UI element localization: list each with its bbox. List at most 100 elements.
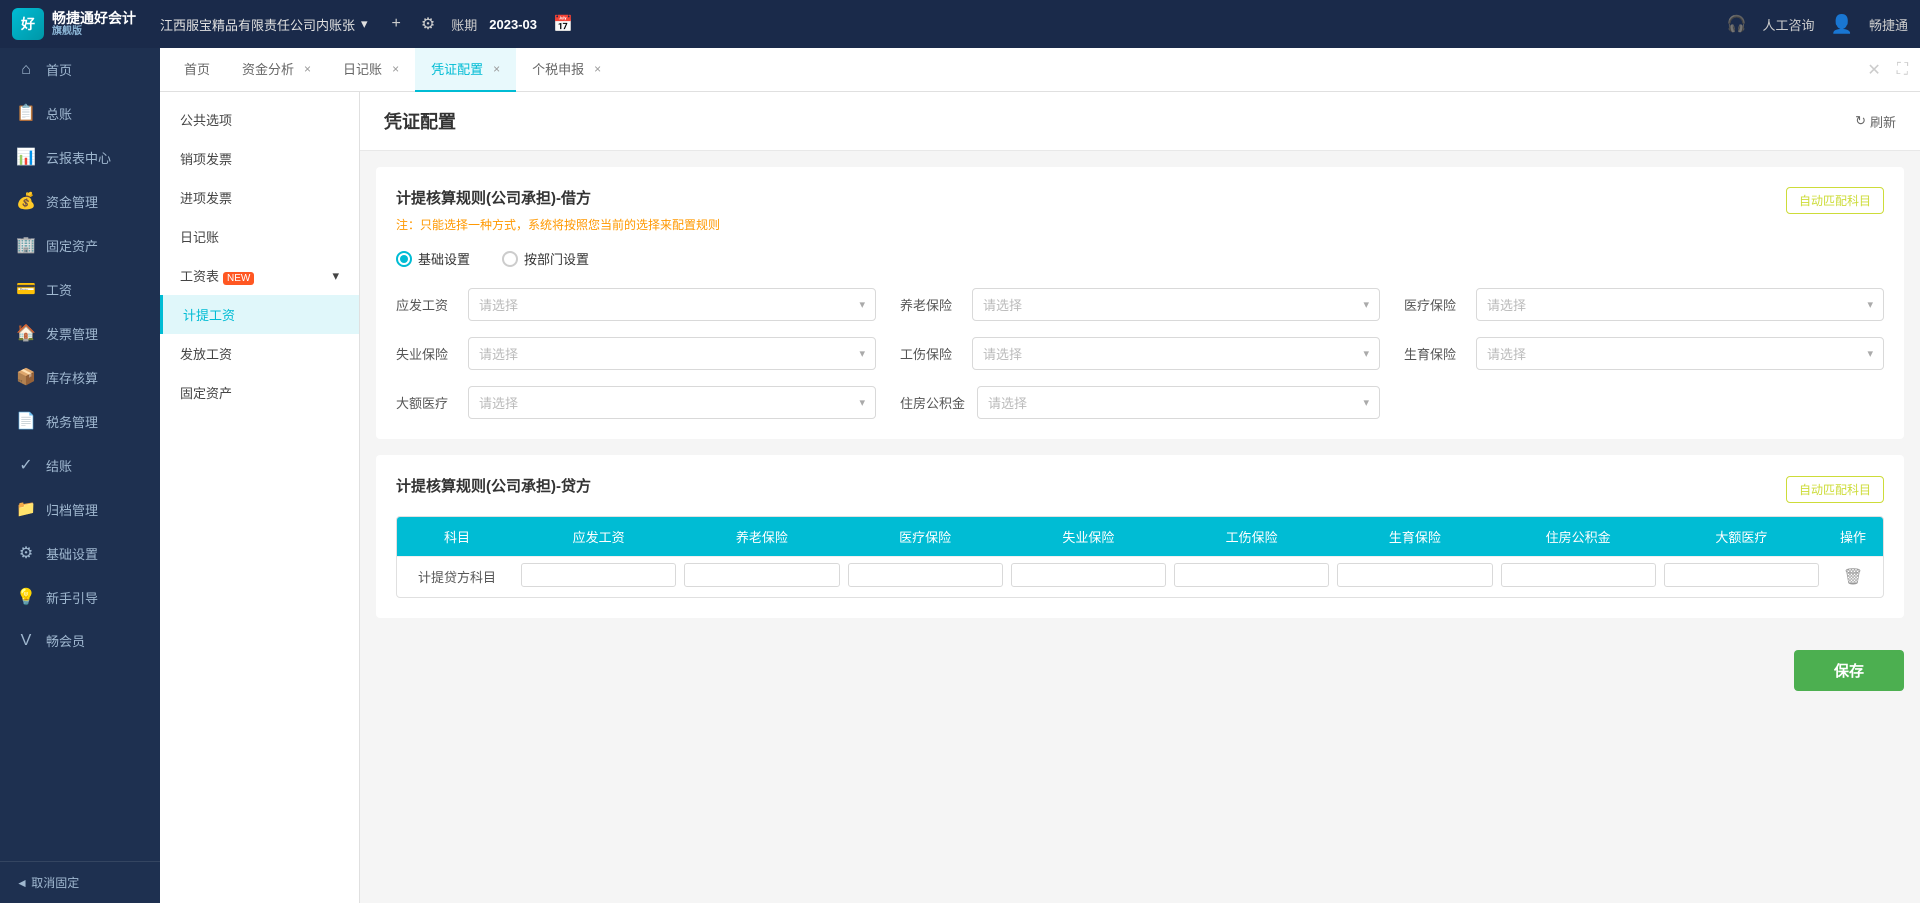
left-nav-item-calc-salary[interactable]: 计提工资 [160, 295, 359, 334]
tab-close-funds[interactable]: × [304, 62, 311, 76]
left-nav-item-sales[interactable]: 销项发票 [160, 139, 359, 178]
expand-window-icon[interactable]: ⛶ [1893, 57, 1912, 83]
credit-cell-0-7[interactable] [1660, 557, 1823, 597]
credit-input-0-3[interactable] [1011, 563, 1166, 587]
tab-close-journal[interactable]: × [392, 62, 399, 76]
credit-input-0-4[interactable] [1174, 563, 1329, 587]
sidebar-item-invoice[interactable]: 🏠发票管理 [0, 311, 160, 355]
left-nav-item-public[interactable]: 公共选项 [160, 100, 359, 139]
select-placeholder-生育保险: 请选择 [1487, 344, 1526, 363]
consultation-label[interactable]: 人工咨询 [1763, 15, 1815, 34]
label-生育保险: 生育保险 [1404, 344, 1464, 363]
sidebar-item-archive[interactable]: 📁归档管理 [0, 487, 160, 531]
select-大额医疗[interactable]: 请选择 ▾ [468, 386, 876, 419]
company-name: 江西服宝精品有限责任公司内账张 [160, 15, 355, 34]
sidebar-item-ledger[interactable]: 📋总账 [0, 91, 160, 135]
left-nav-item-pay-salary[interactable]: 发放工资 [160, 334, 359, 373]
tab-close-tax-report[interactable]: × [594, 62, 601, 76]
delete-icon-0[interactable]: 🗑 [1843, 569, 1863, 586]
select-arrow-住房公积金: ▾ [1363, 396, 1369, 409]
cancel-fixed-label: ◄ 取消固定 [16, 874, 79, 891]
left-nav-item-journal[interactable]: 日记账 [160, 217, 359, 256]
select-应发工资[interactable]: 请选择 ▾ [468, 288, 876, 321]
select-养老保险[interactable]: 请选择 ▾ [972, 288, 1380, 321]
settings-icon[interactable]: ⚙ [417, 10, 439, 38]
debit-auto-match-button[interactable]: 自动匹配科目 [1786, 187, 1884, 214]
select-placeholder-工伤保险: 请选择 [983, 344, 1022, 363]
left-nav-item-purchase[interactable]: 进项发票 [160, 178, 359, 217]
radio-basic-circle [396, 251, 412, 267]
sidebar-item-funds[interactable]: 💰资金管理 [0, 179, 160, 223]
sidebar-item-settings[interactable]: ⚙基础设置 [0, 531, 160, 575]
sidebar-item-home[interactable]: ⌂首页 [0, 48, 160, 91]
credit-cell-0-6[interactable] [1497, 557, 1660, 597]
left-nav-group-salary-table[interactable]: 工资表NEW▾ [160, 256, 359, 295]
label-工伤保险: 工伤保险 [900, 344, 960, 363]
sidebar-item-inventory[interactable]: 📦库存核算 [0, 355, 160, 399]
credit-auto-match-button[interactable]: 自动匹配科目 [1786, 476, 1884, 503]
save-button[interactable]: 保存 [1794, 650, 1904, 691]
tab-voucher-config[interactable]: 凭证配置× [415, 48, 516, 92]
sidebar-label-ledger: 总账 [46, 104, 72, 123]
left-nav-label-public: 公共选项 [180, 113, 232, 128]
radio-basic[interactable]: 基础设置 [396, 249, 470, 268]
sidebar-item-checkout[interactable]: ✓结账 [0, 443, 160, 487]
delete-cell-0[interactable]: 🗑 [1823, 557, 1883, 597]
credit-cell-0-1[interactable] [680, 557, 843, 597]
credit-cell-0-2[interactable] [844, 557, 1007, 597]
tab-funds[interactable]: 资金分析× [226, 48, 327, 92]
add-button[interactable]: + [388, 11, 405, 37]
credit-table: 科目应发工资养老保险医疗保险失业保险工伤保险生育保险住房公积金大额医疗操作 计提… [396, 516, 1884, 598]
credit-cell-0-4[interactable] [1170, 557, 1333, 597]
credit-input-0-1[interactable] [684, 563, 839, 587]
company-selector[interactable]: 江西服宝精品有限责任公司内账张 ▾ [152, 11, 376, 38]
sidebar-item-tax[interactable]: 📄税务管理 [0, 399, 160, 443]
radio-dept-circle [502, 251, 518, 267]
sidebar-label-assets: 固定资产 [46, 236, 98, 255]
credit-input-0-7[interactable] [1664, 563, 1819, 587]
refresh-button[interactable]: ↻ 刷新 [1855, 112, 1896, 131]
tab-journal[interactable]: 日记账× [327, 48, 415, 92]
tab-home[interactable]: 首页 [168, 48, 226, 92]
sidebar-item-salary[interactable]: 💳工资 [0, 267, 160, 311]
left-nav-item-fixed-assets[interactable]: 固定资产 [160, 373, 359, 412]
radio-dept-label: 按部门设置 [524, 249, 589, 268]
sidebar-item-report[interactable]: 📊云报表中心 [0, 135, 160, 179]
save-area: 保存 [360, 634, 1920, 707]
select-生育保险[interactable]: 请选择 ▾ [1476, 337, 1884, 370]
sidebar-label-report: 云报表中心 [46, 148, 111, 167]
radio-dept[interactable]: 按部门设置 [502, 249, 589, 268]
sidebar-item-assets[interactable]: 🏢固定资产 [0, 223, 160, 267]
row-label-0: 计提贷方科目 [397, 557, 517, 597]
credit-th-6: 生育保险 [1333, 517, 1496, 556]
debit-section: 计提核算规则(公司承担)-借方 注：只能选择一种方式，系统将按照您当前的选择来配… [376, 167, 1904, 439]
credit-th-2: 养老保险 [680, 517, 843, 556]
credit-input-0-6[interactable] [1501, 563, 1656, 587]
calendar-icon[interactable]: 📅 [549, 10, 577, 38]
credit-cell-0-3[interactable] [1007, 557, 1170, 597]
select-工伤保险[interactable]: 请选择 ▾ [972, 337, 1380, 370]
tab-tax-report[interactable]: 个税申报× [516, 48, 617, 92]
credit-input-0-0[interactable] [521, 563, 676, 587]
credit-cell-0-5[interactable] [1333, 557, 1496, 597]
logo-icon: 好 [12, 8, 44, 40]
select-失业保险[interactable]: 请选择 ▾ [468, 337, 876, 370]
close-window-icon[interactable]: ✕ [1863, 56, 1884, 84]
form-row-大额医疗: 大额医疗 请选择 ▾ [396, 386, 876, 419]
sidebar-item-guide[interactable]: 💡新手引导 [0, 575, 160, 619]
credit-input-0-2[interactable] [848, 563, 1003, 587]
invoice-icon: 🏠 [16, 323, 36, 343]
select-医疗保险[interactable]: 请选择 ▾ [1476, 288, 1884, 321]
tab-close-voucher-config[interactable]: × [493, 62, 500, 76]
chevron-icon-salary-table: ▾ [332, 268, 339, 284]
select-arrow-应发工资: ▾ [859, 298, 865, 311]
credit-cell-0-0[interactable] [517, 557, 680, 597]
sidebar-label-salary: 工资 [46, 280, 72, 299]
credit-section-title: 计提核算规则(公司承担)-贷方 [396, 475, 591, 496]
select-arrow-大额医疗: ▾ [859, 396, 865, 409]
select-arrow-生育保险: ▾ [1867, 347, 1873, 360]
cancel-fixed-button[interactable]: ◄ 取消固定 [0, 861, 160, 903]
credit-input-0-5[interactable] [1337, 563, 1492, 587]
select-住房公积金[interactable]: 请选择 ▾ [977, 386, 1380, 419]
sidebar-item-member[interactable]: V畅会员 [0, 619, 160, 662]
